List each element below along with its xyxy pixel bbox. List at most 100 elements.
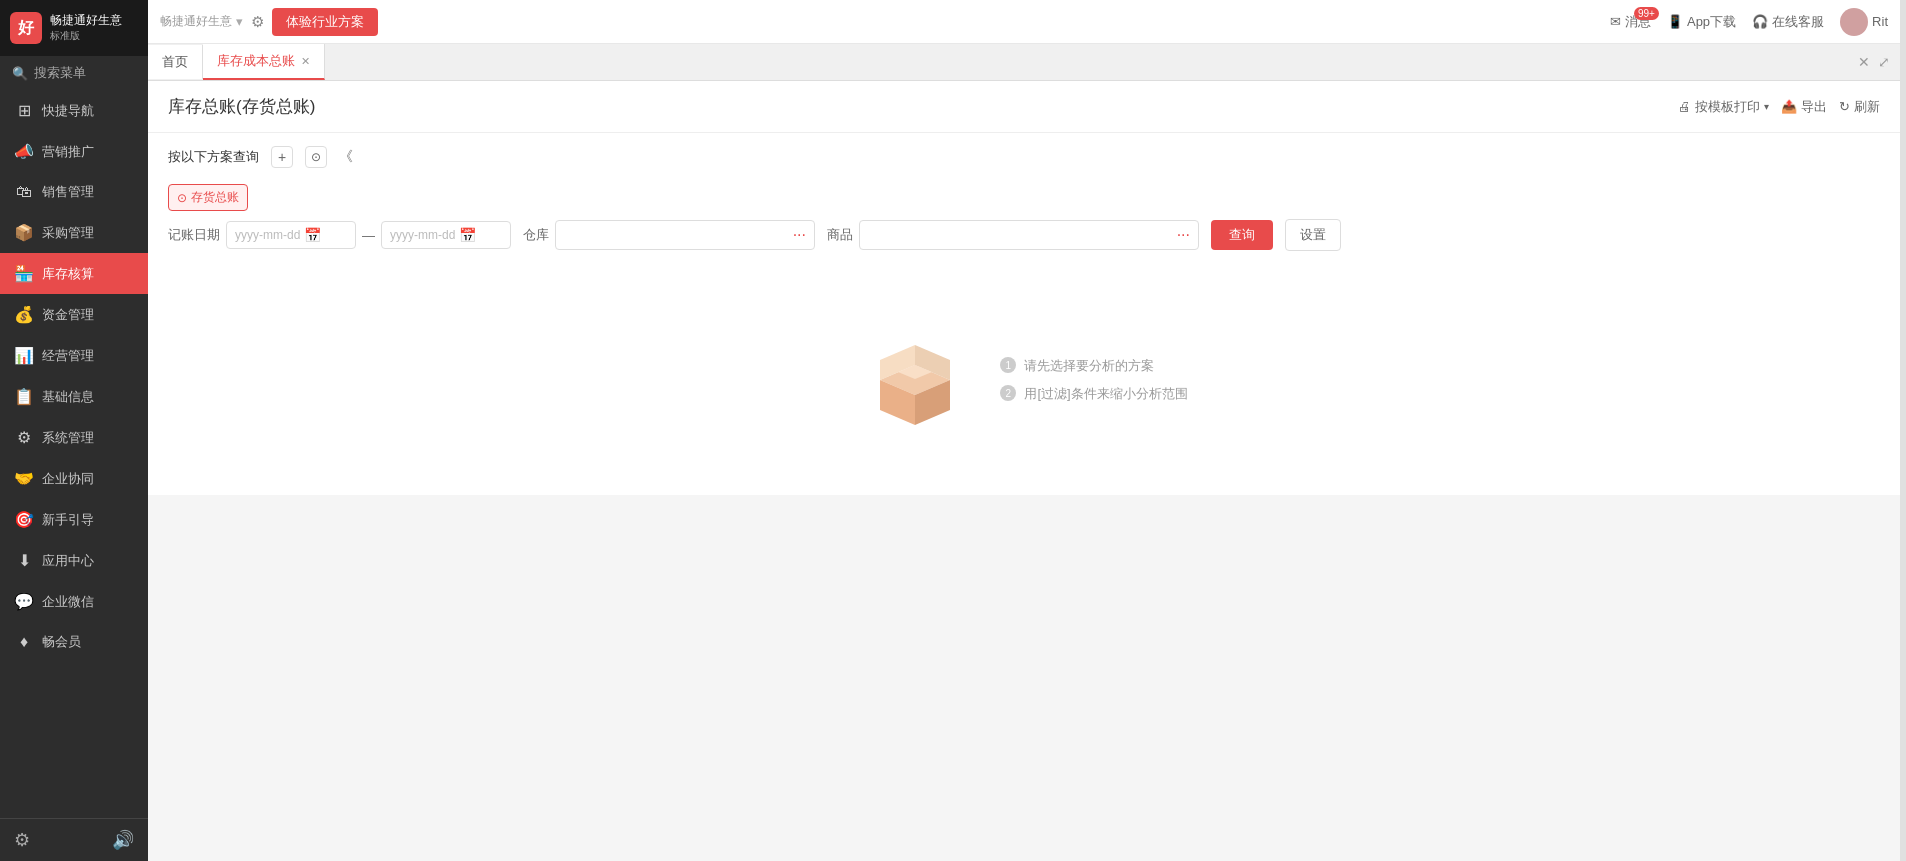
filter-scheme-label: 按以下方案查询 (168, 148, 259, 166)
enterprise-icon: 🤝 (14, 469, 34, 488)
user-avatar-area[interactable]: Rit (1840, 8, 1888, 36)
app-download-btn[interactable]: 📱 App下载 (1667, 13, 1736, 31)
app-name-block: 畅捷通好生意 标准版 (50, 13, 122, 43)
app-logo: 好 畅捷通好生意 标准版 (0, 0, 148, 56)
print-action[interactable]: 🖨 按模板打印 ▾ (1678, 98, 1769, 116)
refresh-label: 刷新 (1854, 98, 1880, 116)
tab-close-icon[interactable]: ✕ (301, 55, 310, 68)
sidebar-item-finance[interactable]: 💰 资金管理 (0, 294, 148, 335)
industry-btn[interactable]: 体验行业方案 (272, 8, 378, 36)
sidebar-item-label: 应用中心 (42, 552, 94, 570)
sidebar-item-label: 企业协同 (42, 470, 94, 488)
scheme-tag-inventory[interactable]: ⊙ 存货总账 (168, 184, 248, 211)
avatar (1840, 8, 1868, 36)
date-end-placeholder: yyyy-mm-dd (390, 228, 455, 242)
date-start-input[interactable]: yyyy-mm-dd 📅 (226, 221, 356, 249)
breadcrumb-text: 畅捷通好生意 (160, 13, 232, 30)
refresh-icon: ↻ (1839, 99, 1850, 114)
topbar-left: 畅捷通好生意 ▾ ⚙ 体验行业方案 (160, 8, 1602, 36)
right-resize-handle[interactable] (1900, 0, 1906, 861)
sidebar-item-appstore[interactable]: ⬇ 应用中心 (0, 540, 148, 581)
product-more-icon[interactable]: ··· (1177, 226, 1190, 244)
sidebar-item-enterprise[interactable]: 🤝 企业协同 (0, 458, 148, 499)
empty-content: 1 请先选择要分析的方案 2 用[过滤]条件来缩小分析范围 (860, 325, 1187, 435)
date-filter-group: 记账日期 yyyy-mm-dd 📅 — yyyy-mm-dd 📅 (168, 221, 511, 249)
page-body: 库存总账(存货总账) 🖨 按模板打印 ▾ 📤 导出 ↻ 刷新 (148, 81, 1900, 495)
message-btn[interactable]: ✉ 消息 99+ (1610, 13, 1651, 31)
filter-schema-btn[interactable]: ⊙ (305, 146, 327, 168)
tab-inventory-ledger[interactable]: 库存成本总账 ✕ (203, 44, 325, 80)
date-start-placeholder: yyyy-mm-dd (235, 228, 300, 242)
export-icon: 📤 (1781, 99, 1797, 114)
sidebar-item-label: 库存核算 (42, 265, 94, 283)
sidebar-item-label: 资金管理 (42, 306, 94, 324)
sidebar-item-guide[interactable]: 🎯 新手引导 (0, 499, 148, 540)
scheme-tag-row: ⊙ 存货总账 (148, 180, 1900, 219)
page-actions: 🖨 按模板打印 ▾ 📤 导出 ↻ 刷新 (1678, 98, 1880, 116)
empty-illustration (860, 325, 970, 435)
tab-close-panel-icon[interactable]: ✕ (1858, 54, 1870, 70)
sidebar-search[interactable]: 🔍 搜索菜单 (0, 56, 148, 90)
headset-icon: 🎧 (1752, 14, 1768, 29)
sidebar-item-vip[interactable]: ♦ 畅会员 (0, 622, 148, 662)
calendar-end-icon[interactable]: 📅 (459, 227, 476, 243)
app-download-label: App下载 (1687, 13, 1736, 31)
logo-icon: 好 (10, 12, 42, 44)
product-input[interactable]: ··· (859, 220, 1199, 250)
sidebar-item-marketing[interactable]: 📣 营销推广 (0, 131, 148, 172)
refresh-action[interactable]: ↻ 刷新 (1839, 98, 1880, 116)
scheme-tag-label: 存货总账 (191, 189, 239, 206)
tab-inventory-ledger-label: 库存成本总账 (217, 52, 295, 70)
date-label: 记账日期 (168, 226, 220, 244)
warehouse-input[interactable]: ··· (555, 220, 815, 250)
sidebar-item-purchase[interactable]: 📦 采购管理 (0, 212, 148, 253)
filter-collapse-btn[interactable]: 《 (339, 148, 353, 166)
schema-icon: ⊙ (311, 150, 321, 164)
warehouse-more-icon[interactable]: ··· (793, 226, 806, 244)
warehouse-label: 仓库 (523, 226, 549, 244)
tab-home[interactable]: 首页 (148, 45, 203, 79)
page-title: 库存总账(存货总账) (168, 95, 315, 118)
online-service-label: 在线客服 (1772, 13, 1824, 31)
filter-add-btn[interactable]: + (271, 146, 293, 168)
warehouse-filter-group: 仓库 ··· (523, 220, 815, 250)
sidebar-item-weixin[interactable]: 💬 企业微信 (0, 581, 148, 622)
date-end-input[interactable]: yyyy-mm-dd 📅 (381, 221, 511, 249)
tip-num-2: 2 (1000, 385, 1016, 401)
settings-button[interactable]: 设置 (1285, 219, 1341, 251)
sidebar-item-inventory[interactable]: 🏪 库存核算 (0, 253, 148, 294)
sidebar: 好 畅捷通好生意 标准版 🔍 搜索菜单 ⊞ 快捷导航 📣 营销推广 🛍 销售管理… (0, 0, 148, 861)
filter-fields: 记账日期 yyyy-mm-dd 📅 — yyyy-mm-dd 📅 仓库 (148, 219, 1900, 265)
empty-tip-1: 1 请先选择要分析的方案 (1000, 357, 1187, 375)
username: Rit (1872, 14, 1888, 29)
query-button[interactable]: 查询 (1211, 220, 1273, 250)
online-service-btn[interactable]: 🎧 在线客服 (1752, 13, 1824, 31)
tip-text-2: 用[过滤]条件来缩小分析范围 (1024, 385, 1187, 403)
vip-icon: ♦ (14, 633, 34, 651)
search-icon: 🔍 (12, 66, 28, 81)
sidebar-item-system[interactable]: ⚙ 系统管理 (0, 417, 148, 458)
main-area: 畅捷通好生意 ▾ ⚙ 体验行业方案 ✉ 消息 99+ 📱 App下载 🎧 在线客… (148, 0, 1900, 861)
tab-bar: 首页 库存成本总账 ✕ ✕ ⤢ (148, 44, 1900, 81)
empty-tips: 1 请先选择要分析的方案 2 用[过滤]条件来缩小分析范围 (1000, 357, 1187, 403)
sidebar-item-basic[interactable]: 📋 基础信息 (0, 376, 148, 417)
system-icon: ⚙ (14, 428, 34, 447)
finance-icon: 💰 (14, 305, 34, 324)
sidebar-item-operation[interactable]: 📊 经营管理 (0, 335, 148, 376)
phone-icon: 📱 (1667, 14, 1683, 29)
sidebar-item-label: 快捷导航 (42, 102, 94, 120)
speaker-icon[interactable]: 🔊 (112, 829, 134, 851)
topbar-gear-icon[interactable]: ⚙ (251, 13, 264, 31)
empty-state: 1 请先选择要分析的方案 2 用[过滤]条件来缩小分析范围 (148, 265, 1900, 495)
settings-bottom-icon[interactable]: ⚙ (14, 829, 30, 851)
sidebar-item-quick-nav[interactable]: ⊞ 快捷导航 (0, 90, 148, 131)
topbar: 畅捷通好生意 ▾ ⚙ 体验行业方案 ✉ 消息 99+ 📱 App下载 🎧 在线客… (148, 0, 1900, 44)
calendar-start-icon[interactable]: 📅 (304, 227, 321, 243)
tab-expand-icon[interactable]: ⤢ (1878, 54, 1890, 70)
breadcrumb: 畅捷通好生意 ▾ (160, 13, 243, 30)
scheme-tag-icon: ⊙ (177, 191, 187, 205)
sidebar-item-sales[interactable]: 🛍 销售管理 (0, 172, 148, 212)
export-action[interactable]: 📤 导出 (1781, 98, 1827, 116)
appstore-icon: ⬇ (14, 551, 34, 570)
marketing-icon: 📣 (14, 142, 34, 161)
